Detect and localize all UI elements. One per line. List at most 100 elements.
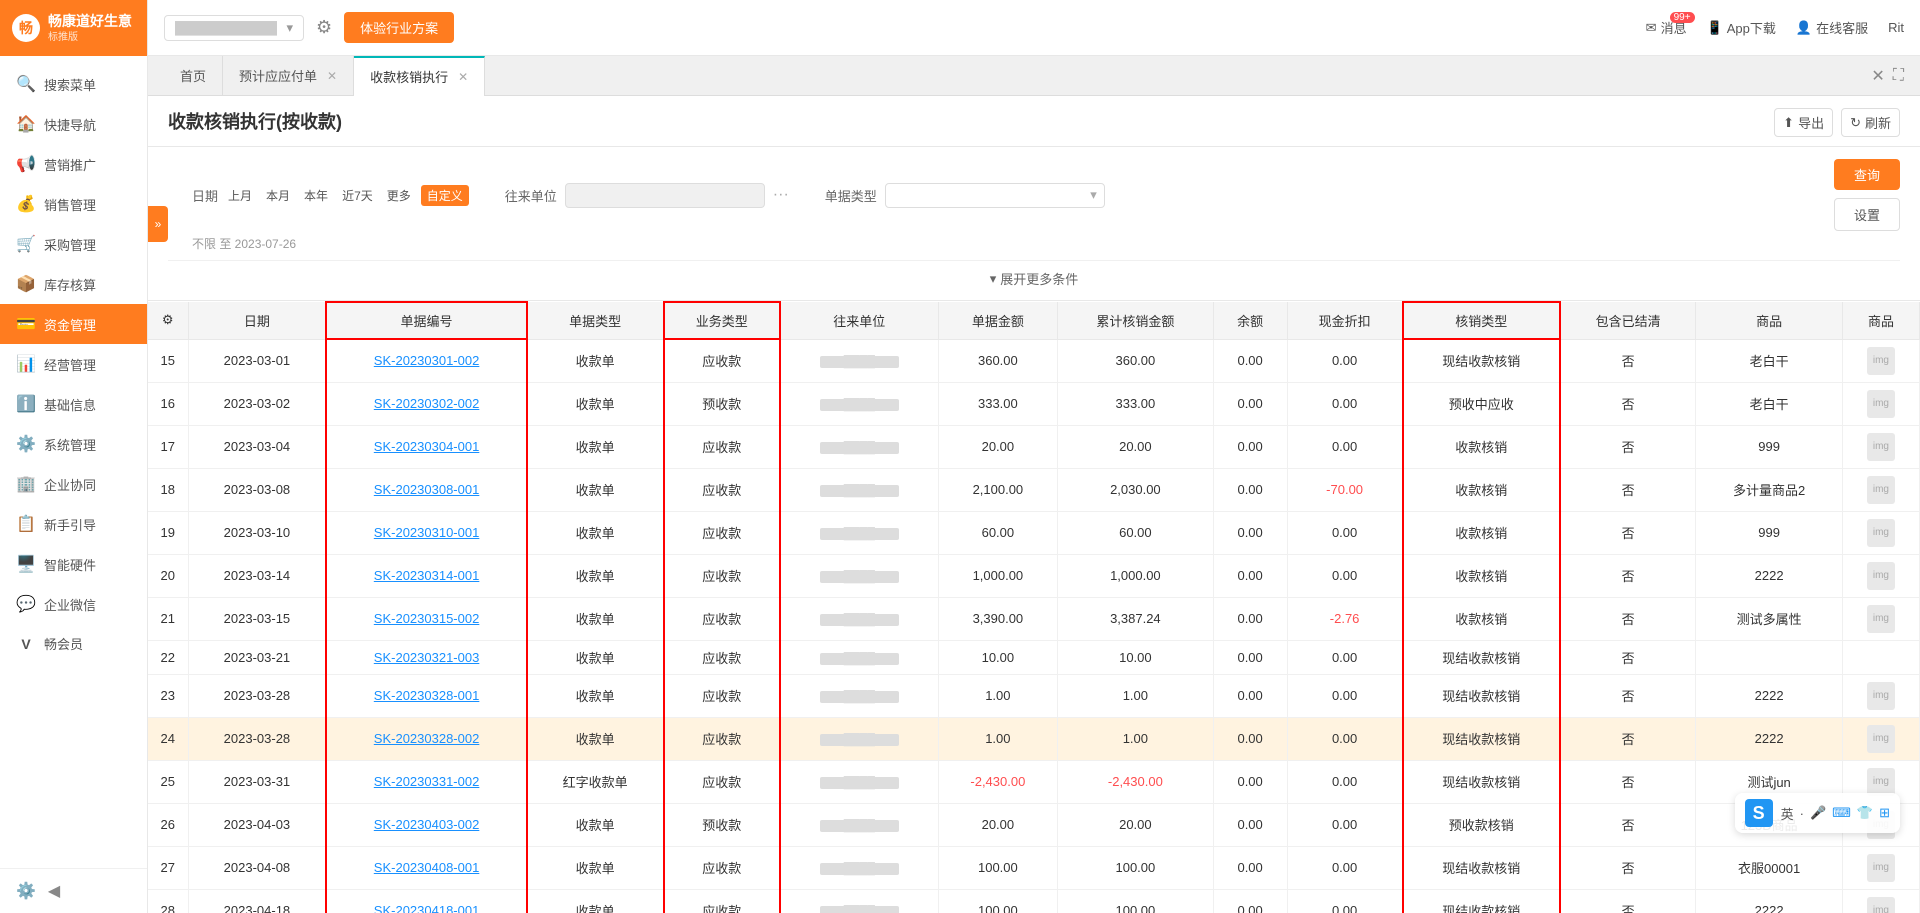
- tab-home[interactable]: 首页: [164, 56, 223, 96]
- brand-s-logo: S: [1745, 799, 1773, 827]
- export-btn[interactable]: ⬆ 导出: [1774, 108, 1833, 137]
- date-custom-btn[interactable]: 自定义: [421, 185, 469, 206]
- message-icon: ✉: [1646, 20, 1657, 36]
- cell-discount: 0.00: [1287, 382, 1403, 425]
- voucher-link[interactable]: SK-20230408-001: [374, 860, 480, 875]
- sidebar-item-inventory[interactable]: 📦 库存核算: [0, 264, 147, 304]
- filter-toggle-btn[interactable]: »: [148, 206, 168, 242]
- settings-icon[interactable]: ⚙️: [16, 881, 36, 901]
- setting-btn[interactable]: 设置: [1834, 198, 1900, 231]
- cell-balance: 0.00: [1213, 640, 1287, 674]
- col-type: 单据类型: [527, 302, 664, 339]
- col-writeoff: 累计核销金额: [1058, 302, 1214, 339]
- voucher-link[interactable]: SK-20230315-002: [374, 611, 480, 626]
- tab-prepayment[interactable]: 预计应应付单 ✕: [223, 56, 354, 96]
- sidebar-item-finance[interactable]: 💳 资金管理: [0, 304, 147, 344]
- sidebar-item-wechat[interactable]: 💬 企业微信: [0, 584, 147, 624]
- cell-partner: ████: [780, 597, 938, 640]
- close-tab-btn[interactable]: ✕: [1871, 66, 1884, 86]
- cell-no: 17: [148, 425, 188, 468]
- cell-cancel-type: 现结收款核销: [1403, 640, 1560, 674]
- cell-type: 收款单: [527, 339, 664, 382]
- cell-type: 收款单: [527, 554, 664, 597]
- cell-voucher: SK-20230403-002: [326, 803, 526, 846]
- cell-product: 老白干: [1696, 382, 1843, 425]
- date-last-month[interactable]: 上月: [224, 185, 256, 206]
- date-this-year[interactable]: 本年: [300, 185, 332, 206]
- cell-voucher: SK-20230331-002: [326, 760, 526, 803]
- voucher-link[interactable]: SK-20230418-001: [374, 903, 480, 913]
- voucher-link[interactable]: SK-20230328-002: [374, 731, 480, 746]
- cell-no: 15: [148, 339, 188, 382]
- table-row: 18 2023-03-08 SK-20230308-001 收款单 应收款 ██…: [148, 468, 1920, 511]
- cell-voucher: SK-20230314-001: [326, 554, 526, 597]
- cell-cancel-type: 收款核销: [1403, 468, 1560, 511]
- tab-collection[interactable]: 收款核销执行 ✕: [354, 56, 485, 96]
- sidebar-item-enterprise[interactable]: 🏢 企业协同: [0, 464, 147, 504]
- voucher-link[interactable]: SK-20230321-003: [374, 650, 480, 665]
- voucher-link[interactable]: SK-20230301-002: [374, 353, 480, 368]
- cell-product-img: img: [1842, 425, 1919, 468]
- content-area: 收款核销执行(按收款) ⬆ 导出 ↻ 刷新 » 日期 上月 本月: [148, 96, 1920, 913]
- cell-writeoff: 20.00: [1058, 425, 1214, 468]
- voucher-link[interactable]: SK-20230331-002: [374, 774, 480, 789]
- voucher-link[interactable]: SK-20230403-002: [374, 817, 480, 832]
- cell-discount: 0.00: [1287, 803, 1403, 846]
- maximize-tab-btn[interactable]: ⛶: [1893, 66, 1904, 86]
- date-more[interactable]: 更多: [383, 185, 415, 206]
- member-icon: V: [16, 636, 36, 652]
- cell-date: 2023-03-28: [188, 717, 326, 760]
- sidebar-item-operation[interactable]: 📊 经营管理: [0, 344, 147, 384]
- cell-discount: -2.76: [1287, 597, 1403, 640]
- sidebar-item-marketing[interactable]: 📢 营销推广: [0, 144, 147, 184]
- sidebar-item-hardware[interactable]: 🖥️ 智能硬件: [0, 544, 147, 584]
- guide-icon: 📋: [16, 514, 36, 534]
- cell-amount: 2,100.00: [938, 468, 1057, 511]
- sidebar-item-member[interactable]: V 畅会员: [0, 624, 147, 663]
- sidebar-item-search[interactable]: 🔍 搜索菜单: [0, 64, 147, 104]
- voucher-link[interactable]: SK-20230314-001: [374, 568, 480, 583]
- sidebar-item-system[interactable]: ⚙️ 系统管理: [0, 424, 147, 464]
- app-download-btn[interactable]: 📱 App下载: [1707, 18, 1776, 37]
- cell-discount: 0.00: [1287, 425, 1403, 468]
- user-name[interactable]: Rit: [1888, 20, 1904, 35]
- sidebar-item-purchase[interactable]: 🛒 采购管理: [0, 224, 147, 264]
- expand-filter-btn[interactable]: ▾ 展开更多条件: [990, 269, 1079, 288]
- voucher-link[interactable]: SK-20230308-001: [374, 482, 480, 497]
- main-area: ████████████ ▾ ⚙ 体验行业方案 ✉ 消息 99+ 📱 App下载…: [148, 0, 1920, 913]
- col-product: 商品: [1696, 302, 1843, 339]
- date-this-month[interactable]: 本月: [262, 185, 294, 206]
- voucher-link[interactable]: SK-20230310-001: [374, 525, 480, 540]
- close-tab-prepayment-icon[interactable]: ✕: [327, 69, 337, 83]
- message-btn[interactable]: ✉ 消息 99+: [1646, 18, 1687, 37]
- sidebar-item-quick[interactable]: 🏠 快捷导航: [0, 104, 147, 144]
- collapse-icon[interactable]: ◀: [48, 881, 60, 901]
- inventory-icon: 📦: [16, 274, 36, 294]
- account-select[interactable]: ████████████ ▾: [164, 15, 304, 41]
- cell-no: 28: [148, 889, 188, 913]
- cell-product-img: img: [1842, 554, 1919, 597]
- refresh-btn[interactable]: ↻ 刷新: [1841, 108, 1900, 137]
- cell-cancel-type: 收款核销: [1403, 597, 1560, 640]
- sidebar-item-sales[interactable]: 💰 销售管理: [0, 184, 147, 224]
- sidebar-item-basic[interactable]: ℹ️ 基础信息: [0, 384, 147, 424]
- cell-writeoff: 333.00: [1058, 382, 1214, 425]
- table-row: 15 2023-03-01 SK-20230301-002 收款单 应收款 ██…: [148, 339, 1920, 382]
- cell-product: 999: [1696, 511, 1843, 554]
- online-service-btn[interactable]: 👤 在线客服: [1796, 18, 1868, 37]
- partner-input[interactable]: [565, 183, 765, 208]
- close-tab-collection-icon[interactable]: ✕: [458, 70, 468, 84]
- query-btn[interactable]: 查询: [1834, 159, 1900, 190]
- hardware-icon: 🖥️: [16, 554, 36, 574]
- voucher-type-select[interactable]: [885, 183, 1105, 208]
- sidebar-item-guide[interactable]: 📋 新手引导: [0, 504, 147, 544]
- operation-icon: 📊: [16, 354, 36, 374]
- gear-icon[interactable]: ⚙: [316, 17, 332, 38]
- voucher-link[interactable]: SK-20230328-001: [374, 688, 480, 703]
- col-settings[interactable]: ⚙: [148, 302, 188, 339]
- voucher-link[interactable]: SK-20230302-002: [374, 396, 480, 411]
- voucher-link[interactable]: SK-20230304-001: [374, 439, 480, 454]
- date-7days[interactable]: 近7天: [338, 185, 377, 206]
- cell-writeoff: 20.00: [1058, 803, 1214, 846]
- industry-btn[interactable]: 体验行业方案: [344, 12, 454, 43]
